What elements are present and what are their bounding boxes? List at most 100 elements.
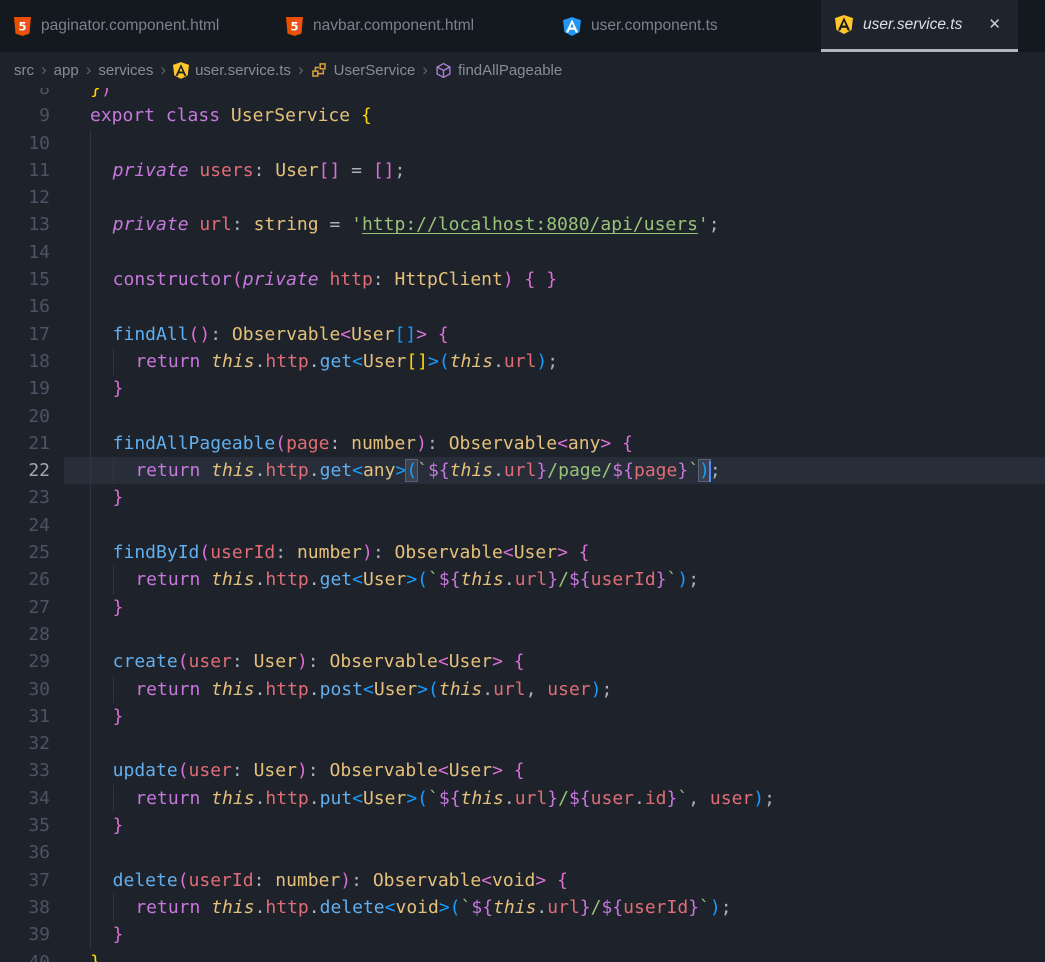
line-number[interactable]: 15: [0, 266, 64, 293]
code-line-31[interactable]: 31}: [0, 703, 1045, 730]
code-line-13[interactable]: 13private url: string = 'http://localhos…: [0, 211, 1045, 238]
line-number[interactable]: 32: [0, 730, 64, 757]
code-line-16[interactable]: 16: [0, 293, 1045, 320]
line-number[interactable]: 31: [0, 703, 64, 730]
code-line-10[interactable]: 10: [0, 130, 1045, 157]
indent-guide: [90, 566, 113, 593]
line-number[interactable]: 33: [0, 757, 64, 784]
code-line-23[interactable]: 23}: [0, 484, 1045, 511]
breadcrumb-item-services[interactable]: services: [98, 62, 153, 79]
code-line-37[interactable]: 37delete(userId: number): Observable<voi…: [0, 867, 1045, 894]
code-text: }: [64, 375, 1045, 402]
line-number[interactable]: 27: [0, 594, 64, 621]
line-number[interactable]: 16: [0, 293, 64, 320]
code-text: }: [64, 921, 1045, 948]
code-text: findAll(): Observable<User[]> {: [64, 321, 1045, 348]
code-line-30[interactable]: 30return this.http.post<User>(this.url, …: [0, 676, 1045, 703]
line-number[interactable]: 39: [0, 921, 64, 948]
chevron-right-icon: ›: [41, 61, 47, 78]
line-number[interactable]: 37: [0, 867, 64, 894]
indent-guide: [90, 512, 113, 539]
code-line-38[interactable]: 38return this.http.delete<void>(`${this.…: [0, 894, 1045, 921]
line-number[interactable]: 25: [0, 539, 64, 566]
code-text: [64, 239, 1045, 266]
code-line-33[interactable]: 33update(user: User): Observable<User> {: [0, 757, 1045, 784]
breadcrumb-item-method[interactable]: findAllPageable: [435, 62, 562, 79]
close-icon[interactable]: ✕: [985, 15, 1004, 34]
line-number[interactable]: 10: [0, 130, 64, 157]
line-number[interactable]: 8: [0, 88, 64, 102]
code-line-22[interactable]: 22return this.http.get<any>(`${this.url}…: [0, 457, 1045, 484]
code-line-9[interactable]: 9export class UserService {: [0, 102, 1045, 129]
line-number[interactable]: 9: [0, 102, 64, 129]
line-number[interactable]: 24: [0, 512, 64, 539]
line-number[interactable]: 11: [0, 157, 64, 184]
code-line-40[interactable]: 40}: [0, 949, 1045, 962]
code-text: return this.http.get<any>(`${this.url}/p…: [64, 457, 1045, 484]
code-line-27[interactable]: 27}: [0, 594, 1045, 621]
line-number[interactable]: 19: [0, 375, 64, 402]
line-number[interactable]: 30: [0, 676, 64, 703]
code-line-12[interactable]: 12: [0, 184, 1045, 211]
indent-guide: [90, 703, 113, 730]
line-number[interactable]: 28: [0, 621, 64, 648]
line-number[interactable]: 18: [0, 348, 64, 375]
code-line-34[interactable]: 34return this.http.put<User>(`${this.url…: [0, 785, 1045, 812]
breadcrumb-item-class[interactable]: UserService: [311, 62, 416, 79]
code-text: [64, 403, 1045, 430]
code-line-21[interactable]: 21findAllPageable(page: number): Observa…: [0, 430, 1045, 457]
line-number[interactable]: 22: [0, 457, 64, 484]
code-line-11[interactable]: 11private users: User[] = [];: [0, 157, 1045, 184]
code-line-35[interactable]: 35}: [0, 812, 1045, 839]
tab-user-service-ts[interactable]: user.service.ts ✕: [821, 0, 1018, 52]
code-line-18[interactable]: 18return this.http.get<User[]>(this.url)…: [0, 348, 1045, 375]
tab-navbar-component-html[interactable]: 5 navbar.component.html: [272, 0, 549, 52]
html5-icon: 5: [14, 17, 31, 36]
code-line-32[interactable]: 32: [0, 730, 1045, 757]
indent-guide: [90, 293, 113, 320]
code-line-36[interactable]: 36: [0, 839, 1045, 866]
indent-guide: [90, 812, 113, 839]
breadcrumb-item-src[interactable]: src: [14, 62, 34, 79]
line-number[interactable]: 14: [0, 239, 64, 266]
code-line-14[interactable]: 14: [0, 239, 1045, 266]
code-editor[interactable]: 8})9export class UserService {1011privat…: [0, 88, 1045, 962]
tab-paginator-component-html[interactable]: 5 paginator.component.html: [0, 0, 272, 52]
line-number[interactable]: 36: [0, 839, 64, 866]
line-number[interactable]: 17: [0, 321, 64, 348]
breadcrumb-item-app[interactable]: app: [54, 62, 79, 79]
line-number[interactable]: 13: [0, 211, 64, 238]
line-number[interactable]: 29: [0, 648, 64, 675]
line-number[interactable]: 38: [0, 894, 64, 921]
tab-user-component-ts[interactable]: user.component.ts: [549, 0, 821, 52]
indent-guide: [113, 566, 136, 593]
code-text: findAllPageable(page: number): Observabl…: [64, 430, 1045, 457]
line-number[interactable]: 21: [0, 430, 64, 457]
line-number[interactable]: 20: [0, 403, 64, 430]
indent-guide: [113, 457, 136, 484]
line-number[interactable]: 12: [0, 184, 64, 211]
line-number[interactable]: 26: [0, 566, 64, 593]
code-line-26[interactable]: 26return this.http.get<User>(`${this.url…: [0, 566, 1045, 593]
code-line-39[interactable]: 39}: [0, 921, 1045, 948]
indent-guide: [90, 348, 113, 375]
code-line-24[interactable]: 24: [0, 512, 1045, 539]
code-line-25[interactable]: 25findById(userId: number): Observable<U…: [0, 539, 1045, 566]
code-line-20[interactable]: 20: [0, 403, 1045, 430]
code-line-8[interactable]: 8}): [0, 88, 1045, 102]
code-line-28[interactable]: 28: [0, 621, 1045, 648]
code-line-29[interactable]: 29create(user: User): Observable<User> {: [0, 648, 1045, 675]
breadcrumb-item-file[interactable]: user.service.ts: [173, 62, 291, 79]
indent-guide: [90, 676, 113, 703]
angular-yellow-icon: [835, 15, 853, 34]
indent-guide: [90, 457, 113, 484]
line-number[interactable]: 40: [0, 949, 64, 962]
line-number[interactable]: 35: [0, 812, 64, 839]
line-number[interactable]: 34: [0, 785, 64, 812]
html5-icon: 5: [286, 17, 303, 36]
code-line-17[interactable]: 17findAll(): Observable<User[]> {: [0, 321, 1045, 348]
code-line-15[interactable]: 15constructor(private http: HttpClient) …: [0, 266, 1045, 293]
code-line-19[interactable]: 19}: [0, 375, 1045, 402]
line-number[interactable]: 23: [0, 484, 64, 511]
code-text: findById(userId: number): Observable<Use…: [64, 539, 1045, 566]
